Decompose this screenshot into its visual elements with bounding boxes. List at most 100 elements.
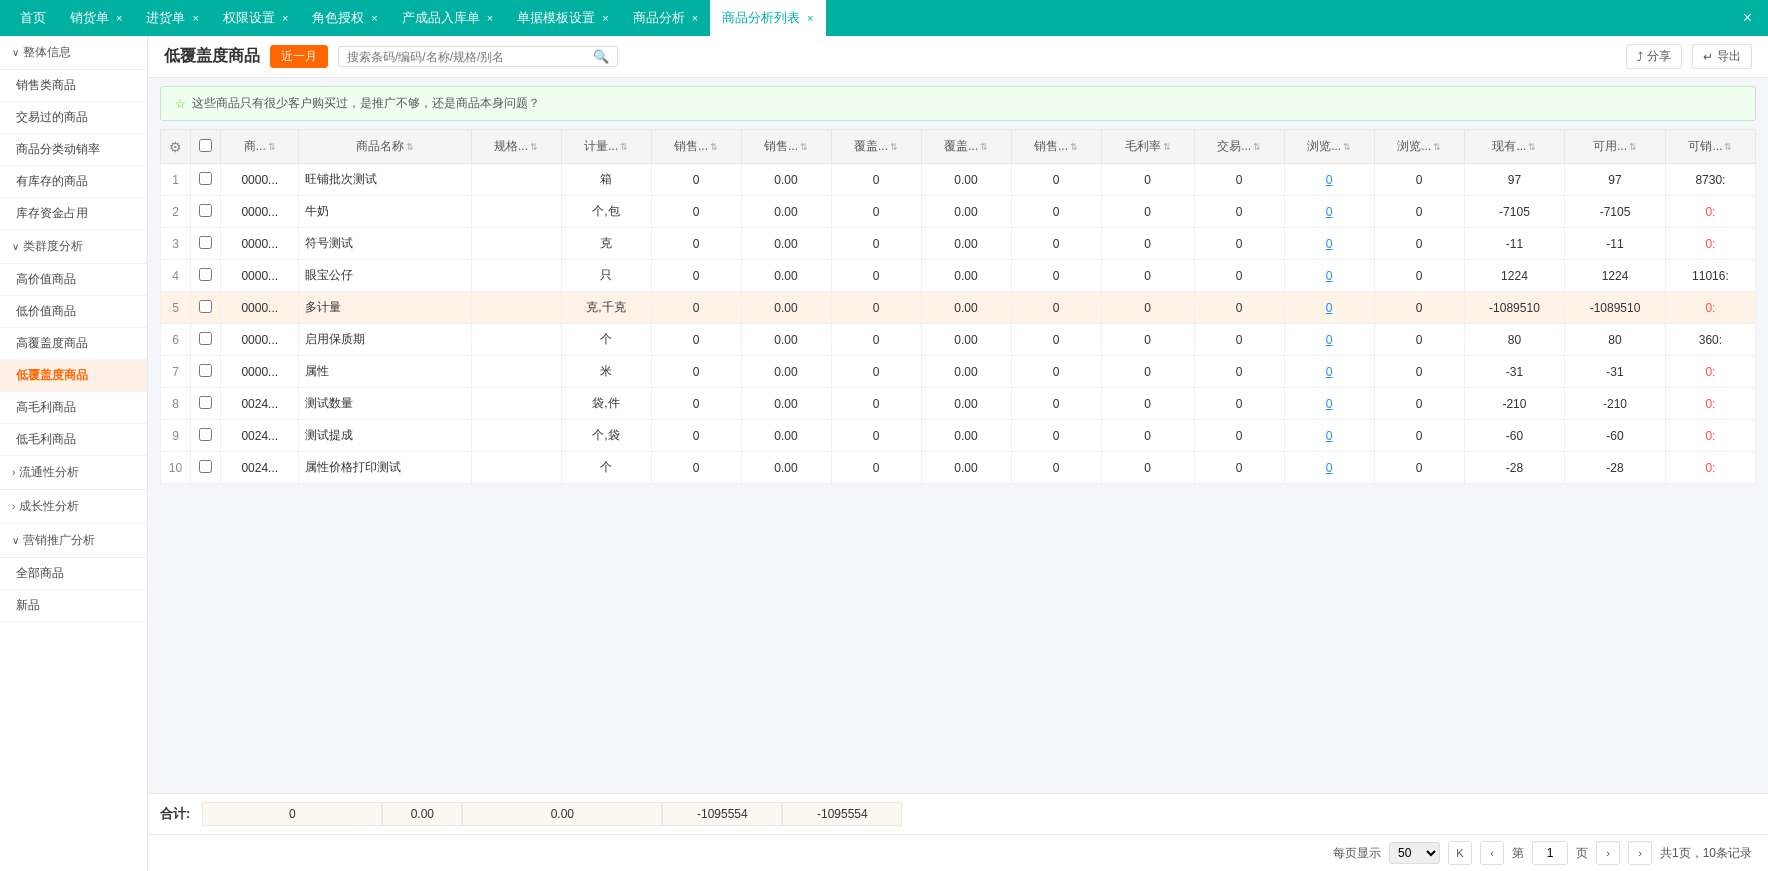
first-page-button[interactable]: K bbox=[1448, 841, 1472, 865]
row-select-9[interactable] bbox=[199, 428, 212, 441]
current-page-input[interactable] bbox=[1532, 841, 1568, 865]
row-select-3[interactable] bbox=[199, 236, 212, 249]
col-stock2-header[interactable]: 可用...⇅ bbox=[1565, 130, 1666, 164]
col-trans-header[interactable]: 交易...⇅ bbox=[1194, 130, 1284, 164]
nav-close-template[interactable]: × bbox=[602, 0, 608, 36]
search-input[interactable] bbox=[347, 50, 589, 64]
nav-purchase-order[interactable]: 进货单 × bbox=[134, 0, 210, 36]
col-sales-qty-header[interactable]: 销售...⇅ bbox=[651, 130, 741, 164]
row-trans-4: 0 bbox=[1194, 260, 1284, 292]
col-name-header[interactable]: 商品名称⇅ bbox=[299, 130, 471, 164]
sidebar-item-stocked-goods[interactable]: 有库存的商品 bbox=[0, 166, 147, 198]
sidebar-item-low-value[interactable]: 低价值商品 bbox=[0, 296, 147, 328]
page-size-select[interactable]: 50 20 100 bbox=[1389, 842, 1440, 864]
row-stock1-2: -7105 bbox=[1464, 196, 1565, 228]
nav-close-product-analysis[interactable]: × bbox=[692, 0, 698, 36]
sidebar-section-cluster[interactable]: ∨ 类群度分析 bbox=[0, 230, 147, 264]
row-select-1[interactable] bbox=[199, 172, 212, 185]
row-spec-7 bbox=[471, 356, 561, 388]
col-unit-header[interactable]: 计量...⇅ bbox=[561, 130, 651, 164]
col-cov1-header[interactable]: 覆盖...⇅ bbox=[831, 130, 921, 164]
nav-product-analysis[interactable]: 商品分析 × bbox=[621, 0, 710, 36]
row-browse1-3[interactable]: 0 bbox=[1284, 228, 1374, 260]
col-sales-pct-header[interactable]: 销售...⇅ bbox=[1011, 130, 1101, 164]
sidebar-item-traded-goods[interactable]: 交易过的商品 bbox=[0, 102, 147, 134]
sidebar-section-circulation[interactable]: › 流通性分析 bbox=[0, 456, 147, 490]
row-spec-3 bbox=[471, 228, 561, 260]
col-spec-header[interactable]: 规格...⇅ bbox=[471, 130, 561, 164]
global-close-button[interactable]: × bbox=[1735, 9, 1760, 27]
row-stock2-3: -11 bbox=[1565, 228, 1666, 260]
sidebar-item-stock-capital[interactable]: 库存资金占用 bbox=[0, 198, 147, 230]
next-page-button[interactable]: › bbox=[1596, 841, 1620, 865]
sidebar-item-sales-goods[interactable]: 销售类商品 bbox=[0, 70, 147, 102]
row-select-8[interactable] bbox=[199, 396, 212, 409]
nav-close-sales-order[interactable]: × bbox=[116, 0, 122, 36]
row-browse1-5[interactable]: 0 bbox=[1284, 292, 1374, 324]
col-stock3-header[interactable]: 可销...⇅ bbox=[1665, 130, 1755, 164]
nav-close-purchase-order[interactable]: × bbox=[192, 0, 198, 36]
row-browse1-9[interactable]: 0 bbox=[1284, 420, 1374, 452]
last-page-button[interactable]: › bbox=[1628, 841, 1652, 865]
row-sales-amt-9: 0.00 bbox=[741, 420, 831, 452]
row-stock1-5: -1089510 bbox=[1464, 292, 1565, 324]
export-button[interactable]: ↵ 导出 bbox=[1692, 44, 1752, 69]
row-stock3-6: 360: bbox=[1665, 324, 1755, 356]
row-select-6[interactable] bbox=[199, 332, 212, 345]
nav-close-permission[interactable]: × bbox=[282, 0, 288, 36]
sidebar-section-overall[interactable]: ∨ 整体信息 bbox=[0, 36, 147, 70]
period-btn-1month[interactable]: 近一月 bbox=[270, 45, 328, 68]
row-browse1-1[interactable]: 0 bbox=[1284, 164, 1374, 196]
nav-product-analysis-list[interactable]: 商品分析列表 × bbox=[710, 0, 825, 36]
sidebar-item-low-coverage[interactable]: 低覆盖度商品 bbox=[0, 360, 147, 392]
row-num-1: 1 bbox=[161, 164, 191, 196]
row-browse1-4[interactable]: 0 bbox=[1284, 260, 1374, 292]
row-browse1-10[interactable]: 0 bbox=[1284, 452, 1374, 484]
sidebar-section-overall-items: 销售类商品 交易过的商品 商品分类动销率 有库存的商品 库存资金占用 bbox=[0, 70, 147, 230]
share-icon: ⤴ bbox=[1637, 50, 1643, 64]
row-select-4[interactable] bbox=[199, 268, 212, 281]
prev-page-button[interactable]: ‹ bbox=[1480, 841, 1504, 865]
row-select-5[interactable] bbox=[199, 300, 212, 313]
col-settings[interactable]: ⚙ bbox=[161, 130, 191, 164]
select-all-checkbox[interactable] bbox=[199, 139, 212, 152]
row-select-2[interactable] bbox=[199, 204, 212, 217]
row-num-6: 6 bbox=[161, 324, 191, 356]
col-sales-amt-header[interactable]: 销售...⇅ bbox=[741, 130, 831, 164]
sidebar-item-low-margin[interactable]: 低毛利商品 bbox=[0, 424, 147, 456]
col-browse1-header[interactable]: 浏览...⇅ bbox=[1284, 130, 1374, 164]
table-row: 3 0000... 符号测试 克 0 0.00 0 0.00 0 0 0 0 0… bbox=[161, 228, 1756, 260]
nav-close-product-analysis-list[interactable]: × bbox=[807, 0, 813, 36]
row-browse1-7[interactable]: 0 bbox=[1284, 356, 1374, 388]
nav-sales-order[interactable]: 销货单 × bbox=[58, 0, 134, 36]
sidebar-item-high-value[interactable]: 高价值商品 bbox=[0, 264, 147, 296]
nav-permission-settings[interactable]: 权限设置 × bbox=[211, 0, 300, 36]
share-button[interactable]: ⤴ 分享 bbox=[1626, 44, 1682, 69]
row-sales-pct-1: 0 bbox=[1011, 164, 1101, 196]
sidebar-item-high-coverage[interactable]: 高覆盖度商品 bbox=[0, 328, 147, 360]
col-stock1-header[interactable]: 现有...⇅ bbox=[1464, 130, 1565, 164]
sidebar-item-category-rate[interactable]: 商品分类动销率 bbox=[0, 134, 147, 166]
row-browse1-8[interactable]: 0 bbox=[1284, 388, 1374, 420]
sidebar-item-all-goods[interactable]: 全部商品 bbox=[0, 558, 147, 590]
sidebar-item-new-goods[interactable]: 新品 bbox=[0, 590, 147, 622]
col-code-header[interactable]: 商...⇅ bbox=[221, 130, 299, 164]
sidebar-item-high-margin[interactable]: 高毛利商品 bbox=[0, 392, 147, 424]
col-cov2-header[interactable]: 覆盖...⇅ bbox=[921, 130, 1011, 164]
col-gross-header[interactable]: 毛利率⇅ bbox=[1101, 130, 1194, 164]
row-sales-qty-4: 0 bbox=[651, 260, 741, 292]
row-browse1-6[interactable]: 0 bbox=[1284, 324, 1374, 356]
nav-close-product-inbound[interactable]: × bbox=[487, 0, 493, 36]
sidebar-section-marketing[interactable]: ∨ 营销推广分析 bbox=[0, 524, 147, 558]
nav-close-role-auth[interactable]: × bbox=[371, 0, 377, 36]
row-select-10[interactable] bbox=[199, 460, 212, 473]
nav-product-inbound[interactable]: 产成品入库单 × bbox=[390, 0, 505, 36]
nav-template-settings[interactable]: 单据模板设置 × bbox=[505, 0, 620, 36]
nav-home[interactable]: 首页 bbox=[8, 0, 58, 36]
row-browse1-2[interactable]: 0 bbox=[1284, 196, 1374, 228]
col-browse2-header[interactable]: 浏览...⇅ bbox=[1374, 130, 1464, 164]
row-select-7[interactable] bbox=[199, 364, 212, 377]
nav-role-auth[interactable]: 角色授权 × bbox=[300, 0, 389, 36]
sidebar-section-growth[interactable]: › 成长性分析 bbox=[0, 490, 147, 524]
column-settings-icon[interactable]: ⚙ bbox=[169, 139, 182, 155]
